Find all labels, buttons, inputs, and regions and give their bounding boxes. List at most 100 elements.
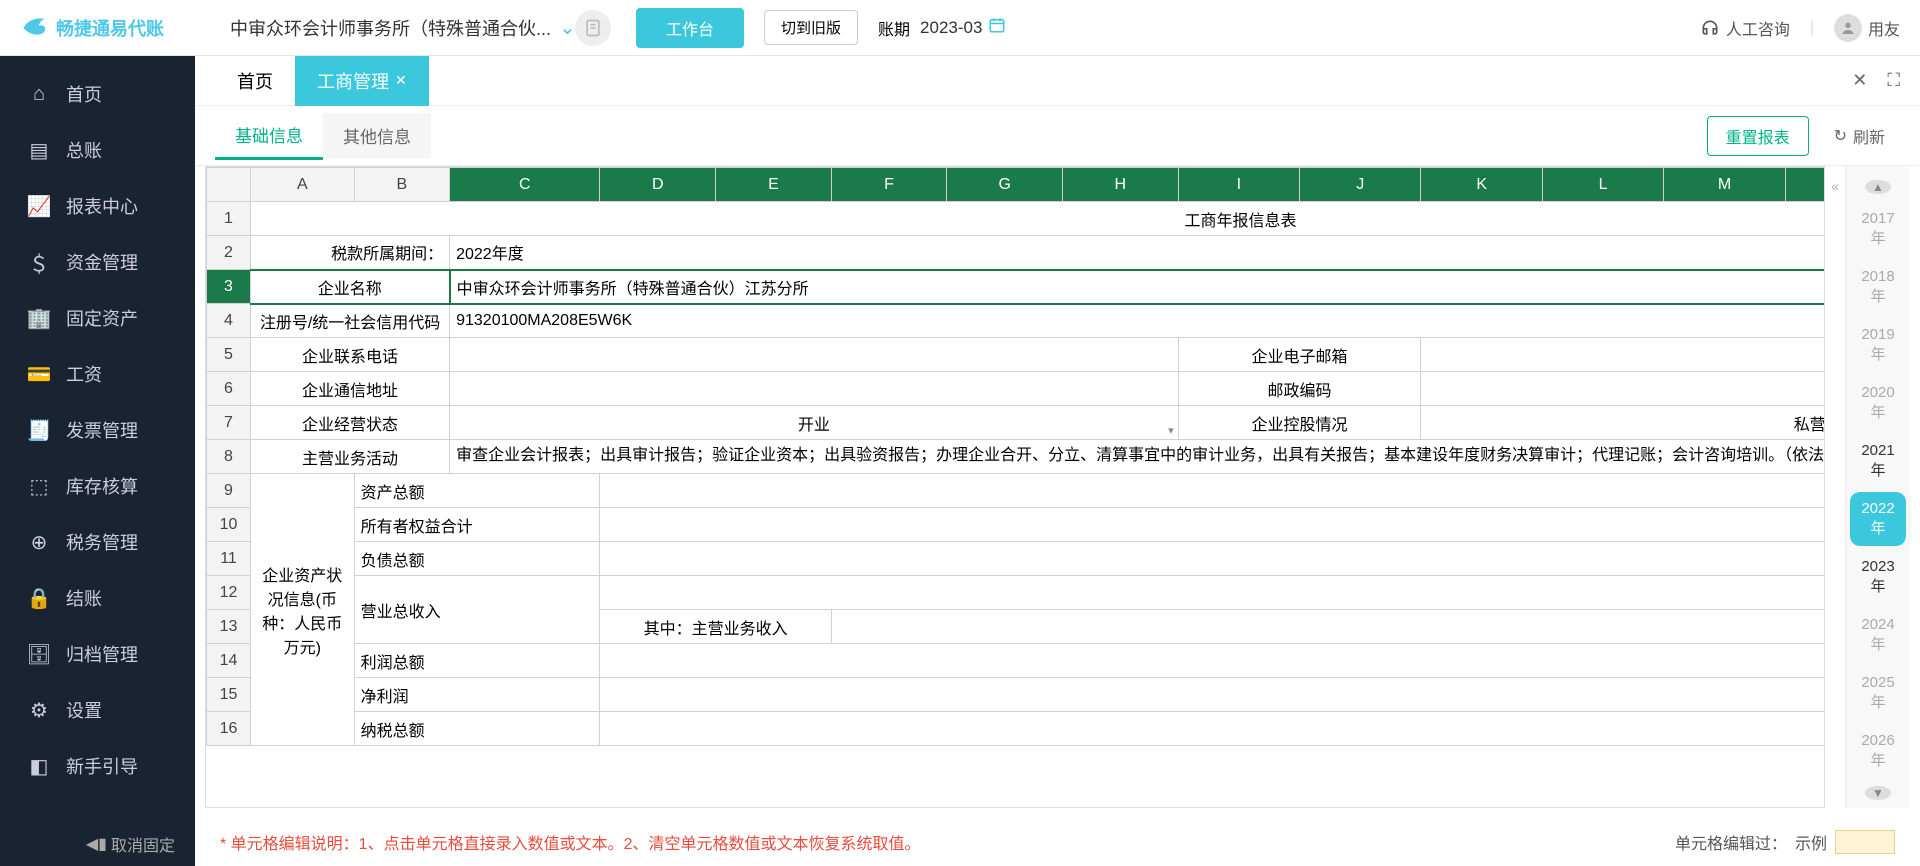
row-11[interactable]: 11 [207,542,251,576]
main-biz-label[interactable]: 主营业务活动 [251,440,450,474]
row-7[interactable]: 7 [207,406,251,440]
row-9[interactable]: 9 [207,474,251,508]
status-value[interactable]: 开业 [450,406,1179,440]
total-profit-label[interactable]: 利润总额 [354,644,600,678]
total-assets-label[interactable]: 资产总额 [354,474,600,508]
holding-value[interactable]: 私营企业 [1421,406,1825,440]
net-profit-label[interactable]: 净利润 [354,678,600,712]
col-H[interactable]: H [1063,168,1179,202]
year-2023[interactable]: 2023年 [1850,550,1906,604]
unpin-button[interactable]: ◀▮取消固定 [86,832,175,856]
old-version-button[interactable]: 切到旧版 [764,10,858,45]
email-value[interactable] [1421,338,1825,372]
net-profit-value[interactable] [600,678,1825,712]
total-liabilities-value[interactable] [600,542,1825,576]
sidebar-item-assets[interactable]: 🏢固定资产 [0,290,195,346]
sidebar-item-closing[interactable]: 🔒结账 [0,570,195,626]
col-L[interactable]: L [1542,168,1663,202]
row-15[interactable]: 15 [207,678,251,712]
sidebar-item-archive[interactable]: 🗄归档管理 [0,626,195,682]
period-value[interactable]: 2023-03 [920,18,982,38]
phone-value[interactable] [450,338,1179,372]
row-13[interactable]: 13 [207,610,251,644]
company-name-cell[interactable]: 中审众环会计师事务所（特殊普通合伙）江苏分所 [450,270,1825,304]
asset-section-label[interactable]: 企业资产状况信息(币种：人民币万元) [251,474,355,746]
main-biz-value[interactable]: 审查企业会计报表；出具审计报告；验证企业资本；出具验资报告；办理企业合开、分立、… [450,440,1825,474]
col-I[interactable]: I [1178,168,1299,202]
phone-label[interactable]: 企业联系电话 [251,338,450,372]
email-label[interactable]: 企业电子邮箱 [1178,338,1421,372]
company-name-label[interactable]: 企业名称 [251,270,450,304]
address-value[interactable] [450,372,1179,406]
row-6[interactable]: 6 [207,372,251,406]
spreadsheet[interactable]: A B C D E F G H I J K L M N O [205,166,1825,808]
col-C[interactable]: C [450,168,600,202]
total-liabilities-label[interactable]: 负债总额 [354,542,600,576]
human-consult-button[interactable]: 人工咨询 [1700,16,1790,40]
col-M[interactable]: M [1664,168,1785,202]
holding-label[interactable]: 企业控股情况 [1178,406,1421,440]
year-down-icon[interactable]: ▼ [1865,786,1891,800]
row-4[interactable]: 4 [207,304,251,338]
doc-icon-button[interactable] [575,10,611,46]
year-2026[interactable]: 2026年 [1850,724,1906,778]
year-up-icon[interactable]: ▲ [1865,180,1891,194]
calendar-icon[interactable] [988,16,1006,39]
year-2018[interactable]: 2018年 [1850,260,1906,314]
main-revenue-value[interactable] [831,610,1825,644]
sidebar-item-guide[interactable]: ◧新手引导 [0,738,195,794]
workbench-button[interactable]: 工作台 [636,8,744,48]
col-K[interactable]: K [1421,168,1542,202]
owner-equity-label[interactable]: 所有者权益合计 [354,508,600,542]
year-2021[interactable]: 2021年 [1850,434,1906,488]
sidebar-item-settings[interactable]: ⚙设置 [0,682,195,738]
col-E[interactable]: E [716,168,832,202]
close-icon[interactable]: ✕ [395,72,407,89]
col-B[interactable]: B [354,168,450,202]
tax-period-label[interactable]: 税款所属期间： [251,236,450,270]
col-G[interactable]: G [947,168,1063,202]
tax-period-value[interactable]: 2022年度 [450,236,1825,270]
year-2020[interactable]: 2020年 [1850,376,1906,430]
col-A[interactable]: A [251,168,355,202]
year-2024[interactable]: 2024年 [1850,608,1906,662]
reset-report-button[interactable]: 重置报表 [1707,116,1809,156]
col-J[interactable]: J [1300,168,1421,202]
year-2019[interactable]: 2019年 [1850,318,1906,372]
year-2017[interactable]: 2017年 [1850,202,1906,256]
col-N[interactable]: N [1785,168,1825,202]
status-label[interactable]: 企业经营状态 [251,406,450,440]
credit-code-label[interactable]: 注册号/统一社会信用代码 [251,304,450,338]
sub-tab-basic[interactable]: 基础信息 [215,112,323,160]
refresh-button[interactable]: ↻ 刷新 [1834,124,1885,148]
tab-home[interactable]: 首页 [215,56,295,106]
col-D[interactable]: D [600,168,716,202]
sidebar-item-ledger[interactable]: ▤总账 [0,122,195,178]
total-tax-label[interactable]: 纳税总额 [354,712,600,746]
row-8[interactable]: 8 [207,440,251,474]
tab-business-admin[interactable]: 工商管理 ✕ [295,56,429,106]
user-menu[interactable]: 用友 [1834,14,1900,42]
main-revenue-label[interactable]: 其中：主营业务收入 [600,610,831,644]
sidebar-item-home[interactable]: ⌂首页 [0,66,195,122]
total-revenue-label[interactable]: 营业总收入 [354,576,600,644]
total-revenue-value[interactable] [600,576,1825,610]
corner-cell[interactable] [207,168,251,202]
sidebar-item-inventory[interactable]: ⬚库存核算 [0,458,195,514]
sidebar-item-tax[interactable]: ⊕税务管理 [0,514,195,570]
credit-code-value[interactable]: 91320100MA208E5W6K [450,304,1825,338]
owner-equity-value[interactable] [600,508,1825,542]
sidebar-item-salary[interactable]: 💳工资 [0,346,195,402]
postcode-value[interactable] [1421,372,1825,406]
sidebar-item-funds[interactable]: ＄资金管理 [0,234,195,290]
row-12[interactable]: 12 [207,576,251,610]
row-1[interactable]: 1 [207,202,251,236]
year-panel-collapse[interactable]: « [1825,166,1845,808]
row-3[interactable]: 3 [207,270,251,304]
total-profit-value[interactable] [600,644,1825,678]
sub-tab-other[interactable]: 其他信息 [323,113,431,158]
sidebar-item-invoice[interactable]: 🧾发票管理 [0,402,195,458]
row-2[interactable]: 2 [207,236,251,270]
row-5[interactable]: 5 [207,338,251,372]
sidebar-item-reports[interactable]: 📈报表中心 [0,178,195,234]
